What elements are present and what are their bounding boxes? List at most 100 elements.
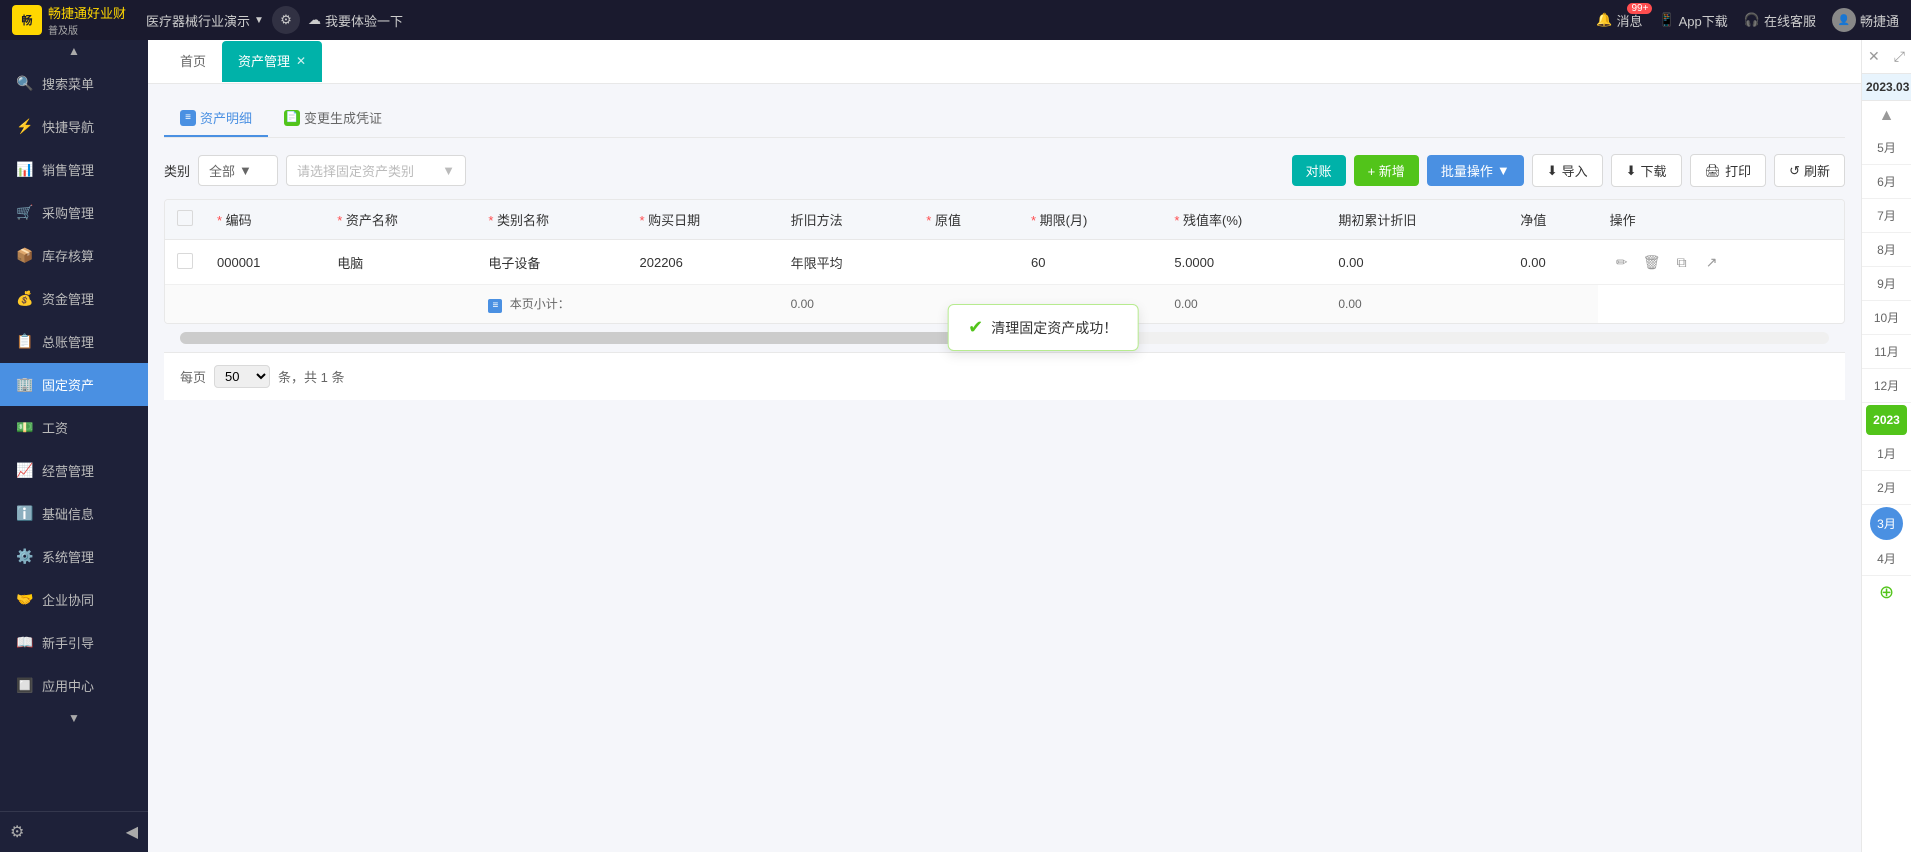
sidebar: ▲ 🔍 搜索菜单 ⚡ 快捷导航 📊 销售管理 🛒 采购管理 📦 库存核算 [0, 40, 148, 852]
sidebar-item-business[interactable]: 📈 经营管理 [0, 449, 148, 492]
panel-close-icon[interactable]: ✕ [1868, 48, 1880, 65]
calendar-add-icon[interactable]: ⊕ [1879, 582, 1894, 603]
th-checkbox [165, 200, 205, 240]
new-btn[interactable]: + 新增 [1354, 155, 1419, 186]
sidebar-item-quick-nav[interactable]: ⚡ 快捷导航 [0, 105, 148, 148]
success-check-icon: ✔ [968, 317, 983, 338]
sidebar-item-label: 系统管理 [42, 547, 94, 566]
delete-icon[interactable]: 🗑 [1640, 250, 1664, 274]
toolbar-left: 类别 全部 ▼ 请选择固定资产类别 ▼ [164, 155, 466, 186]
category-select[interactable]: 请选择固定资产类别 ▼ [286, 155, 466, 186]
cell-action: ✏ 🗑 ⧉ ↗ [1598, 240, 1844, 285]
sidebar-item-finance[interactable]: 💰 资金管理 [0, 277, 148, 320]
per-page-label: 每页 [180, 367, 206, 386]
tab-close-icon[interactable]: ✕ [296, 54, 306, 68]
chevron-down-icon: ▼ [239, 163, 252, 178]
calendar-month-mar[interactable]: 3月 [1870, 507, 1903, 540]
sidebar-item-payroll[interactable]: 💵 工资 [0, 406, 148, 449]
calendar-month-jul[interactable]: 7月 [1862, 199, 1911, 233]
system-icon: ⚙️ [16, 548, 34, 566]
sidebar-item-sales[interactable]: 📊 销售管理 [0, 148, 148, 191]
notification-badge: 99+ [1627, 3, 1652, 14]
sub-tab-asset-detail[interactable]: ≡ 资产明细 [164, 100, 268, 137]
app-name-group: 畅捷通好业财 普及版 [48, 3, 126, 37]
sub-tab-change-voucher[interactable]: 📄 变更生成凭证 [268, 100, 398, 137]
refresh-btn[interactable]: ↺ 刷新 [1774, 154, 1845, 187]
tab-asset-mgmt[interactable]: 资产管理 ✕ [222, 41, 322, 82]
company-select[interactable]: 医疗器械行业演示 ▼ [146, 11, 264, 30]
cell-net-value: 0.00 [1508, 240, 1597, 285]
content-area: 首页 资产管理 ✕ ≡ 资产明细 📄 变更生成凭证 [148, 40, 1861, 852]
sidebar-item-cooperation[interactable]: 🤝 企业协同 [0, 578, 148, 621]
print-icon: 🖨 [1705, 163, 1722, 179]
change-voucher-icon: 📄 [284, 110, 300, 126]
filter-select[interactable]: 全部 ▼ [198, 155, 278, 186]
calendar-scroll-up[interactable]: ▲ [1862, 101, 1911, 131]
app-center-icon: 🔲 [16, 677, 34, 695]
tab-home[interactable]: 首页 [164, 41, 222, 82]
sidebar-item-purchase[interactable]: 🛒 采购管理 [0, 191, 148, 234]
calendar-month-dec[interactable]: 12月 [1862, 369, 1911, 403]
notification-btn[interactable]: 🔔 消息 99+ [1596, 11, 1642, 30]
calendar-month-apr[interactable]: 4月 [1862, 542, 1911, 576]
panel-expand-icon[interactable]: ⤢ [1894, 48, 1905, 65]
sidebar-item-label: 基础信息 [42, 504, 94, 523]
customer-service-btn[interactable]: 🎧 在线客服 [1744, 11, 1816, 30]
import-btn[interactable]: ⬇ 导入 [1532, 154, 1603, 187]
inventory-icon: 📦 [16, 247, 34, 265]
account-btn[interactable]: 对账 [1292, 155, 1346, 186]
payroll-icon: 💵 [16, 419, 34, 437]
sidebar-item-label: 快捷导航 [42, 117, 94, 136]
import-icon: ⬇ [1547, 163, 1558, 179]
edit-icon[interactable]: ✏ [1610, 250, 1634, 274]
batch-btn[interactable]: 批量操作 ▼ [1427, 155, 1524, 186]
th-period: 期限(月) [1019, 200, 1162, 240]
calendar-year-2023[interactable]: 2023 [1866, 405, 1907, 435]
calendar-month-jan[interactable]: 1月 [1862, 437, 1911, 471]
settings-bottom-icon[interactable]: ⚙ [10, 822, 24, 842]
scroll-down-arrow[interactable]: ▼ [68, 711, 80, 725]
sidebar-item-guide[interactable]: 📖 新手引导 [0, 621, 148, 664]
success-message: 清理固定资产成功！ [991, 318, 1117, 338]
sidebar-item-fixed-assets[interactable]: 🏢 固定资产 [0, 363, 148, 406]
header-checkbox[interactable] [177, 210, 193, 226]
sidebar-item-label: 应用中心 [42, 676, 94, 695]
app-download-btn[interactable]: 📱 App下载 [1658, 11, 1727, 30]
finance-icon: 💰 [16, 290, 34, 308]
sidebar-item-ledger[interactable]: 📋 总账管理 [0, 320, 148, 363]
scroll-up-arrow[interactable]: ▲ [68, 44, 80, 58]
cell-code: 000001 [205, 240, 325, 285]
print-btn[interactable]: 🖨 打印 [1690, 154, 1767, 187]
calendar-month-aug[interactable]: 8月 [1862, 233, 1911, 267]
sidebar-scroll: ▲ 🔍 搜索菜单 ⚡ 快捷导航 📊 销售管理 🛒 采购管理 📦 库存核算 [0, 40, 148, 811]
user-info[interactable]: 👤 畅捷通 [1832, 8, 1899, 32]
download-btn[interactable]: ⬇ 下载 [1611, 154, 1682, 187]
experience-btn[interactable]: ☁ 我要体验一下 [308, 11, 403, 30]
collapse-icon[interactable]: ◀ [126, 822, 138, 842]
settings-icon[interactable]: ⚙ [272, 6, 300, 34]
calendar-month-sep[interactable]: 9月 [1862, 267, 1911, 301]
calendar-month-nov[interactable]: 11月 [1862, 335, 1911, 369]
calendar-month-may[interactable]: 5月 [1862, 131, 1911, 165]
download-icon: 📱 [1658, 12, 1674, 28]
sidebar-item-search[interactable]: 🔍 搜索菜单 [0, 62, 148, 105]
sidebar-item-label: 工资 [42, 418, 68, 437]
per-page-select[interactable]: 50 100 200 [214, 365, 270, 388]
row-checkbox[interactable] [177, 253, 193, 269]
sidebar-item-inventory[interactable]: 📦 库存核算 [0, 234, 148, 277]
more-icon[interactable]: ↗ [1700, 250, 1724, 274]
calendar-month-jun[interactable]: 6月 [1862, 165, 1911, 199]
sidebar-item-basics[interactable]: ℹ️ 基础信息 [0, 492, 148, 535]
th-original-value: 原值 [914, 200, 1019, 240]
sidebar-item-app-center[interactable]: 🔲 应用中心 [0, 664, 148, 707]
calendar-month-feb[interactable]: 2月 [1862, 471, 1911, 505]
toolbar-right: 对账 + 新增 批量操作 ▼ ⬇ 导入 ⬇ 下载 🖨 [1292, 154, 1845, 187]
main-layout: ▲ 🔍 搜索菜单 ⚡ 快捷导航 📊 销售管理 🛒 采购管理 📦 库存核算 [0, 40, 1911, 852]
sidebar-item-label: 固定资产 [42, 375, 94, 394]
copy-icon[interactable]: ⧉ [1670, 250, 1694, 274]
calendar-month-oct[interactable]: 10月 [1862, 301, 1911, 335]
sales-icon: 📊 [16, 161, 34, 179]
sidebar-item-system[interactable]: ⚙️ 系统管理 [0, 535, 148, 578]
toolbar: 类别 全部 ▼ 请选择固定资产类别 ▼ 对账 + 新增 批量操作 [164, 154, 1845, 187]
cell-initial-accumulated: 0.00 [1326, 240, 1508, 285]
